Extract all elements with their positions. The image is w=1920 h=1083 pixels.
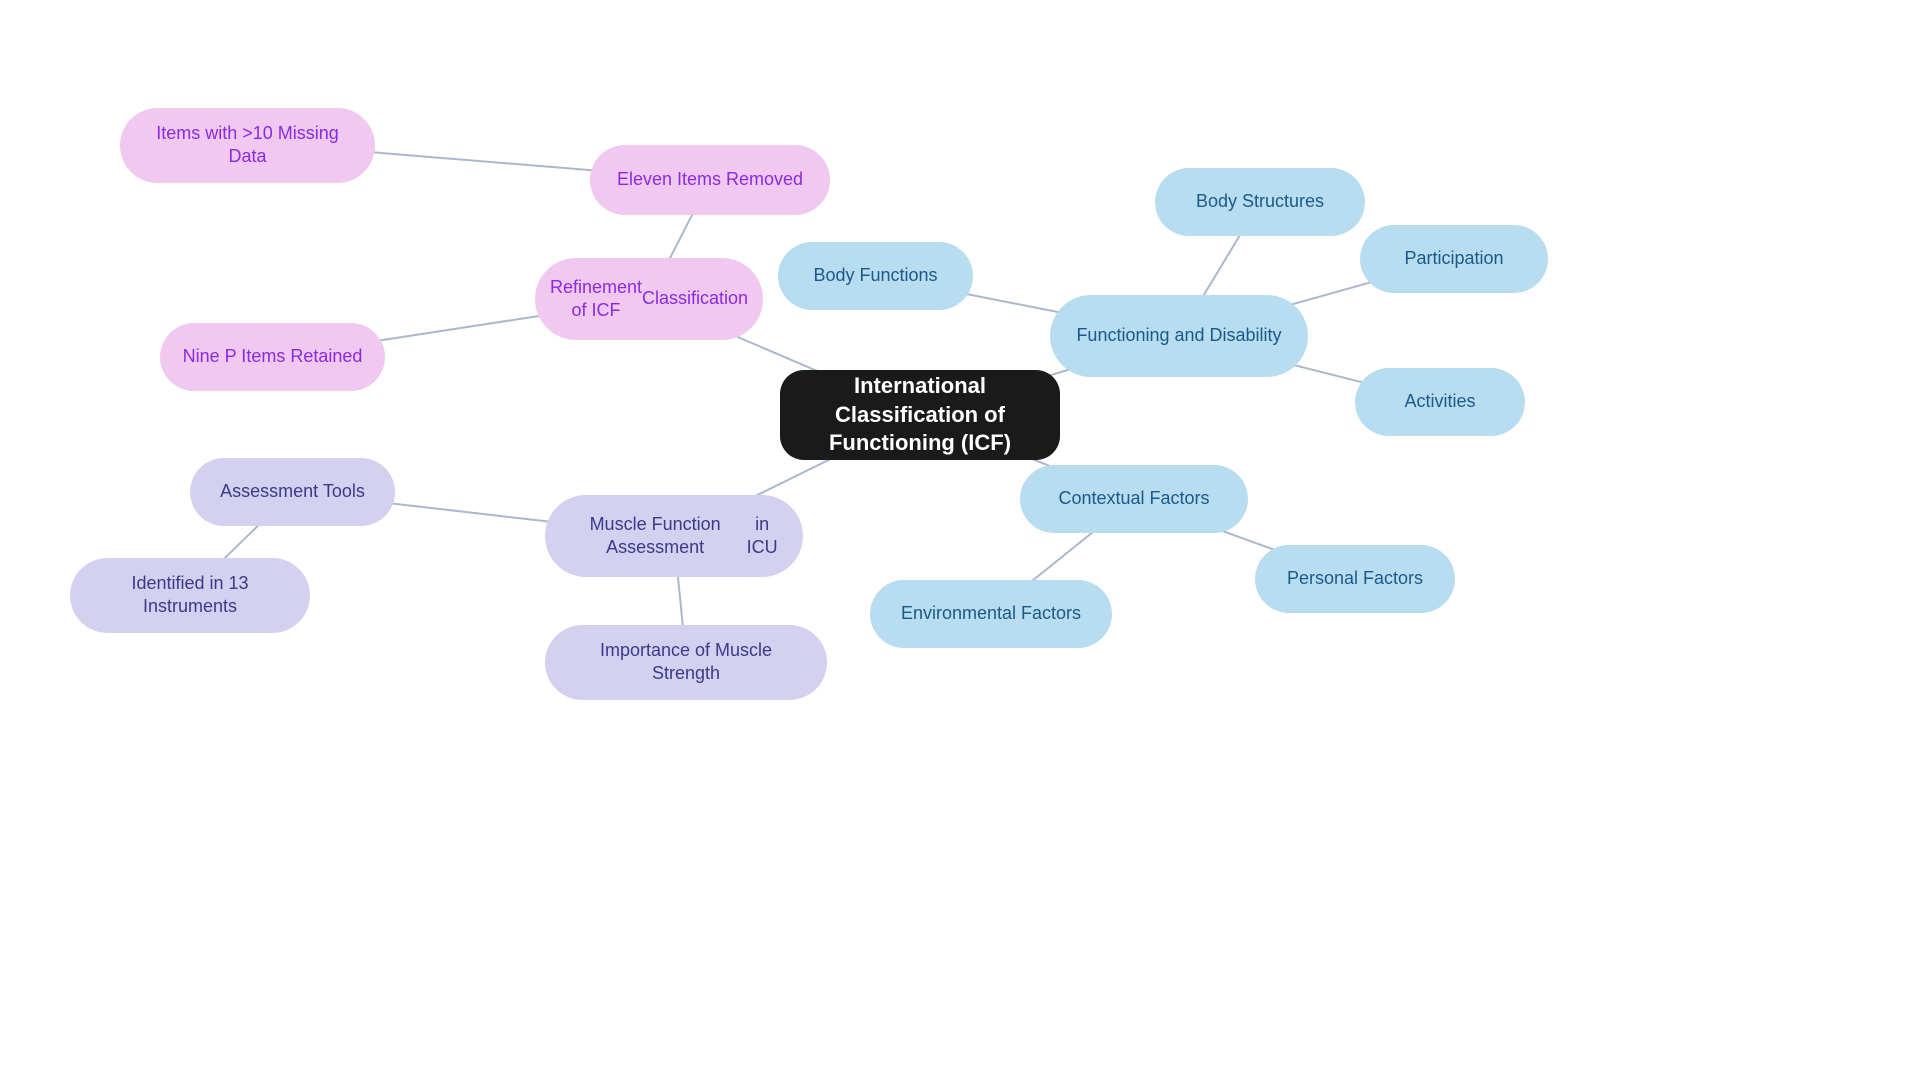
- environmental-factors-node: Environmental Factors: [870, 580, 1112, 648]
- nine-items-node: Nine P Items Retained: [160, 323, 385, 391]
- assessment-tools-node: Assessment Tools: [190, 458, 395, 526]
- contextual-factors-node: Contextual Factors: [1020, 465, 1248, 533]
- body-structures-node: Body Structures: [1155, 168, 1365, 236]
- importance-muscle-node: Importance of Muscle Strength: [545, 625, 827, 700]
- activities-node: Activities: [1355, 368, 1525, 436]
- eleven-removed-node: Eleven Items Removed: [590, 145, 830, 215]
- items-missing-node: Items with >10 Missing Data: [120, 108, 375, 183]
- muscle-function-node: Muscle Function Assessmentin ICU: [545, 495, 803, 577]
- participation-node: Participation: [1360, 225, 1548, 293]
- functioning-disability-node: Functioning and Disability: [1050, 295, 1308, 377]
- center-node: International Classification ofFunctioni…: [780, 370, 1060, 460]
- body-functions-node: Body Functions: [778, 242, 973, 310]
- personal-factors-node: Personal Factors: [1255, 545, 1455, 613]
- refinement-node: Refinement of ICFClassification: [535, 258, 763, 340]
- identified-13-node: Identified in 13 Instruments: [70, 558, 310, 633]
